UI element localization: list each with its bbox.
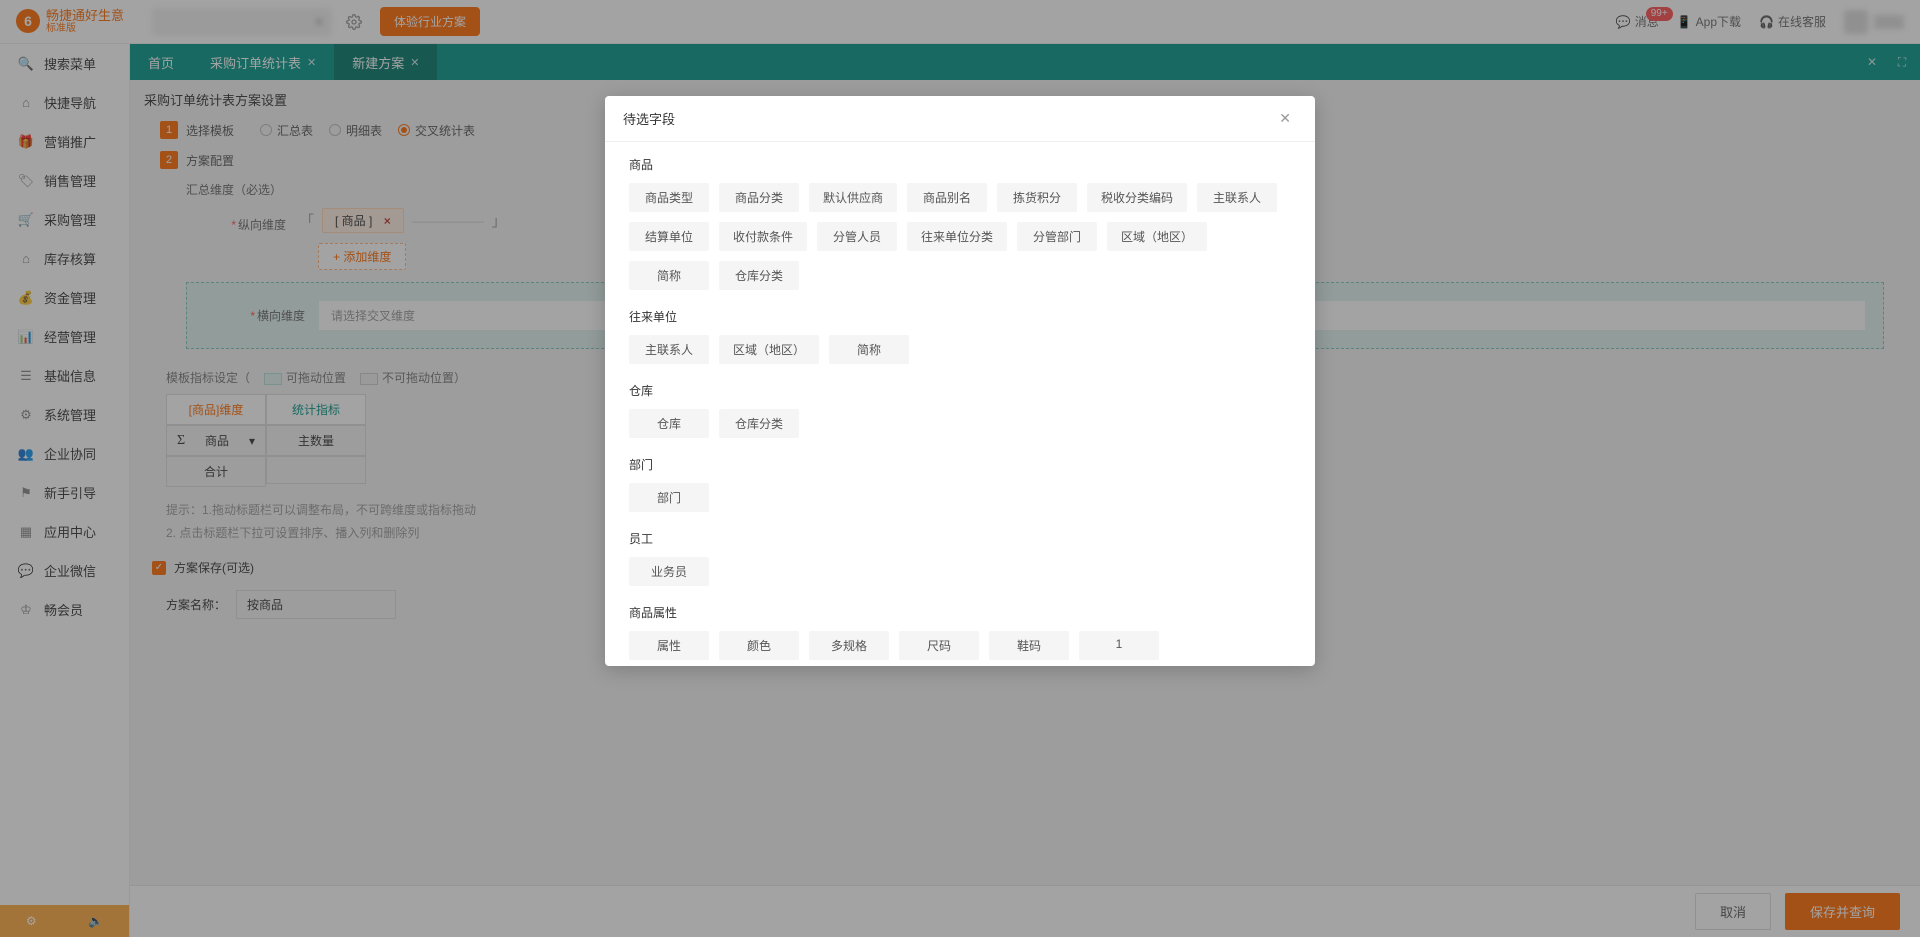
- field-option[interactable]: 往来单位分类: [907, 222, 1007, 251]
- field-option[interactable]: 多规格: [809, 631, 889, 660]
- field-option[interactable]: 分管部门: [1017, 222, 1097, 251]
- field-option[interactable]: 区域（地区）: [719, 335, 819, 364]
- field-group: 往来单位主联系人区域（地区） 简称: [629, 308, 1291, 364]
- field-option[interactable]: 税收分类编码: [1087, 183, 1187, 212]
- field-option[interactable]: 属性: [629, 631, 709, 660]
- field-group: 商品商品类型商品分类默认供应商商品别名拣货积分税收分类编码主联系人结算单位收付款…: [629, 156, 1291, 290]
- field-option[interactable]: 尺码: [899, 631, 979, 660]
- field-option[interactable]: 鞋码: [989, 631, 1069, 660]
- field-option[interactable]: 业务员: [629, 557, 709, 586]
- modal-title: 待选字段: [623, 109, 675, 128]
- field-option[interactable]: 默认供应商: [809, 183, 897, 212]
- field-option[interactable]: 商品类型: [629, 183, 709, 212]
- field-group-title: 商品属性: [629, 604, 1291, 621]
- field-option[interactable]: 颜色: [719, 631, 799, 660]
- field-option[interactable]: 简称: [829, 335, 909, 364]
- field-option[interactable]: 区域（地区）: [1107, 222, 1207, 251]
- field-group-title: 商品: [629, 156, 1291, 173]
- field-option[interactable]: 简称: [629, 261, 709, 290]
- field-option[interactable]: 仓库分类: [719, 261, 799, 290]
- field-picker-modal: 待选字段 ✕ 商品商品类型商品分类默认供应商商品别名拣货积分税收分类编码主联系人…: [605, 96, 1315, 666]
- field-option[interactable]: 结算单位: [629, 222, 709, 251]
- field-option[interactable]: 主联系人: [629, 335, 709, 364]
- field-group-title: 员工: [629, 530, 1291, 547]
- field-option[interactable]: 收付款条件: [719, 222, 807, 251]
- field-group: 员工业务员: [629, 530, 1291, 586]
- field-option[interactable]: 主联系人: [1197, 183, 1277, 212]
- field-option[interactable]: 分管人员: [817, 222, 897, 251]
- field-group: 商品属性属性颜色多规格尺码鞋码 1: [629, 604, 1291, 660]
- field-option[interactable]: 仓库分类: [719, 409, 799, 438]
- modal-mask[interactable]: 待选字段 ✕ 商品商品类型商品分类默认供应商商品别名拣货积分税收分类编码主联系人…: [0, 0, 1920, 937]
- field-group: 仓库仓库仓库分类: [629, 382, 1291, 438]
- field-option[interactable]: 1: [1079, 631, 1159, 660]
- field-group-title: 仓库: [629, 382, 1291, 399]
- field-group-title: 往来单位: [629, 308, 1291, 325]
- field-option[interactable]: 商品别名: [907, 183, 987, 212]
- field-option[interactable]: 仓库: [629, 409, 709, 438]
- field-option[interactable]: 部门: [629, 483, 709, 512]
- field-group-title: 部门: [629, 456, 1291, 473]
- field-option[interactable]: 商品分类: [719, 183, 799, 212]
- modal-close-button[interactable]: ✕: [1273, 108, 1297, 129]
- field-group: 部门部门: [629, 456, 1291, 512]
- field-option[interactable]: 拣货积分: [997, 183, 1077, 212]
